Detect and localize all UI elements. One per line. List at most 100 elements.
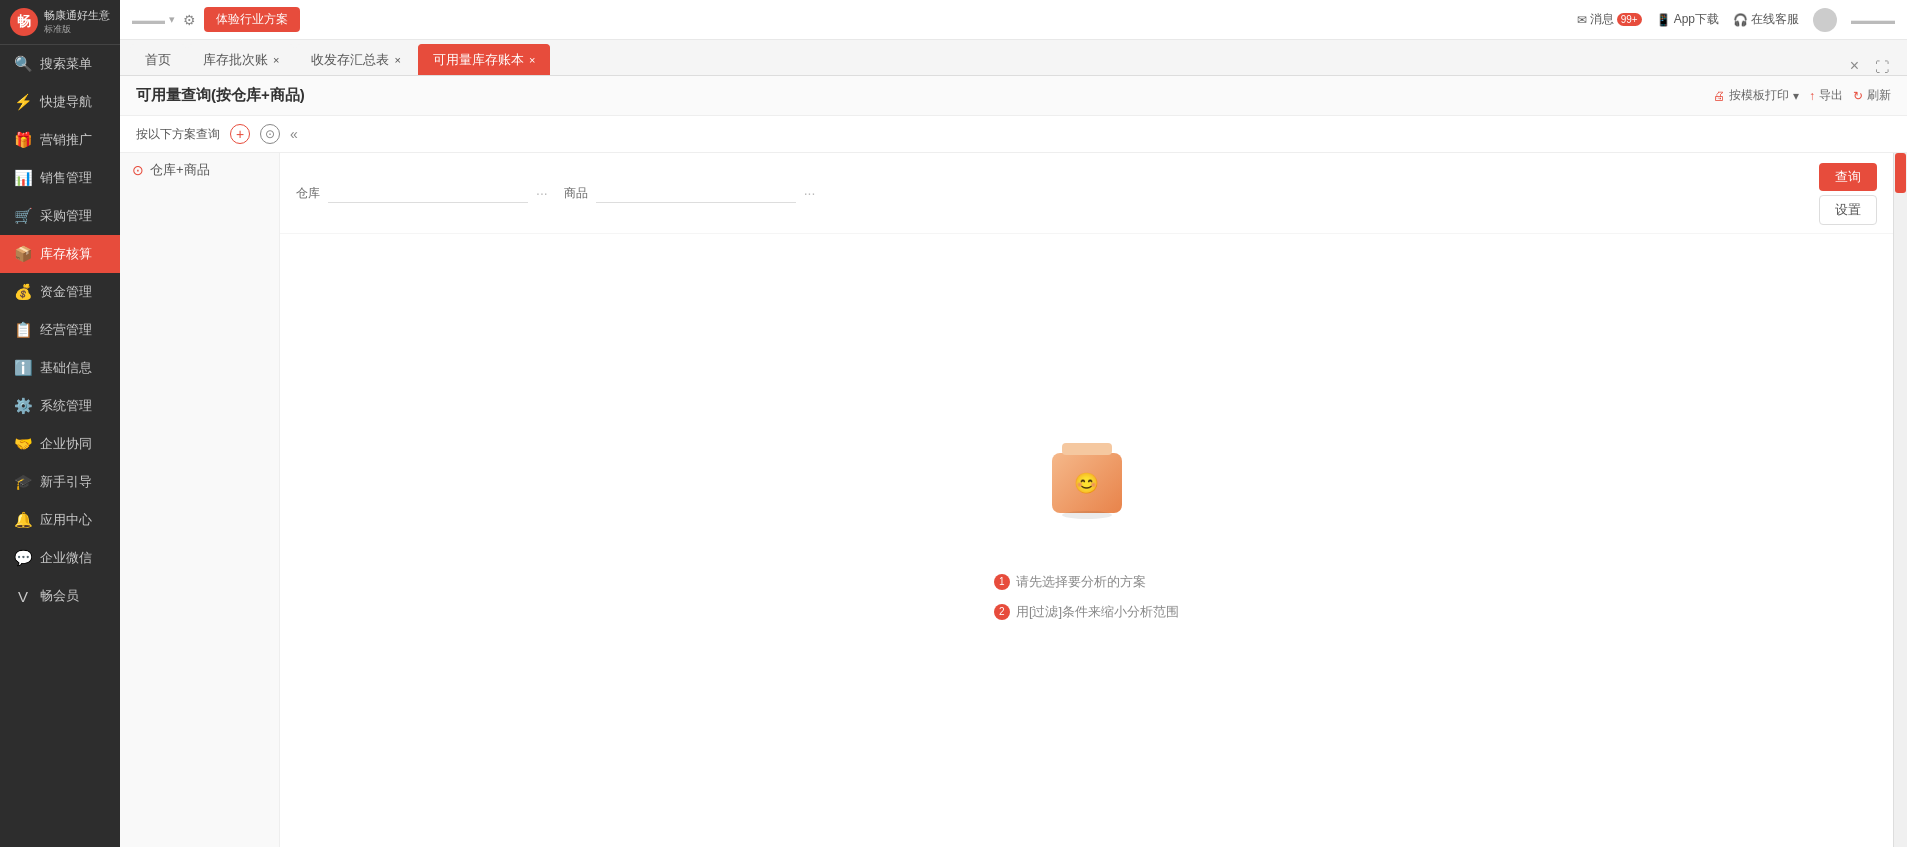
goods-field: 商品 ··· (564, 184, 816, 203)
sales-icon: 📊 (14, 169, 32, 187)
page-header-actions: 🖨 按模板打印 ▾ ↑ 导出 ↻ 刷新 (1713, 87, 1891, 104)
filter-add-btn[interactable]: + (230, 124, 250, 144)
nav-icon: ⚡ (14, 93, 32, 111)
sidebar-item-purchase[interactable]: 🛒 采购管理 (0, 197, 120, 235)
goods-label: 商品 (564, 185, 588, 202)
scrollbar-track (1894, 153, 1907, 847)
empty-state: 😊 1 请先选择要分析的方案 2 用[过滤]条件来缩小分析范围 (280, 234, 1893, 847)
online-service-btn[interactable]: 🎧 在线客服 (1733, 11, 1799, 28)
filter-label: 按以下方案查询 (136, 126, 220, 143)
goods-more-icon[interactable]: ··· (804, 185, 816, 201)
scrollbar-thumb (1895, 153, 1906, 193)
sidebar-item-sales[interactable]: 📊 销售管理 (0, 159, 120, 197)
tip-num-2: 2 (994, 604, 1010, 620)
sidebar-item-basicinfo[interactable]: ℹ️ 基础信息 (0, 349, 120, 387)
sidebar-item-membership[interactable]: V 畅会员 (0, 577, 120, 615)
message-icon: ✉ (1577, 13, 1587, 27)
username: ▬▬▬▬ (1851, 14, 1895, 26)
dropdown-icon: ▾ (1793, 89, 1799, 103)
marketing-icon: 🎁 (14, 131, 32, 149)
topbar-right: ✉ 消息 99+ 📱 App下载 🎧 在线客服 ▬▬▬▬ (1577, 8, 1895, 32)
sidebar-item-collaboration[interactable]: 🤝 企业协同 (0, 425, 120, 463)
tab-batch-account[interactable]: 库存批次账 × (188, 44, 294, 75)
filter-row: 仓库 ··· 商品 ··· 查询 设置 (280, 153, 1893, 234)
print-icon: 🖨 (1713, 89, 1725, 103)
sidebar-item-inventory[interactable]: 📦 库存核算 (0, 235, 120, 273)
content-wrapper: ⊙ 仓库+商品 仓库 ··· 商品 ··· 查询 设 (120, 153, 1907, 847)
wechat-icon: 💬 (14, 549, 32, 567)
goods-input[interactable] (596, 184, 796, 203)
template-print-btn[interactable]: 🖨 按模板打印 ▾ (1713, 87, 1799, 104)
empty-tips: 1 请先选择要分析的方案 2 用[过滤]条件来缩小分析范围 (994, 569, 1179, 629)
industry-btn[interactable]: 体验行业方案 (204, 7, 300, 32)
refresh-btn[interactable]: ↻ 刷新 (1853, 87, 1891, 104)
sidebar-item-finance[interactable]: 💰 资金管理 (0, 273, 120, 311)
inventory-icon: 📦 (14, 245, 32, 263)
tip-row-1: 1 请先选择要分析的方案 (994, 569, 1179, 595)
app-download-btn[interactable]: 📱 App下载 (1656, 11, 1719, 28)
guide-icon: 🎓 (14, 473, 32, 491)
warehouse-field: 仓库 ··· (296, 184, 548, 203)
avatar[interactable] (1813, 8, 1837, 32)
scheme-item-warehouse-goods[interactable]: ⊙ 仓库+商品 (120, 153, 279, 187)
right-scrollbar[interactable] (1893, 153, 1907, 847)
finance-icon: 💰 (14, 283, 32, 301)
sidebar-scroll: 🔍 搜索菜单 ⚡ 快捷导航 🎁 营销推广 📊 销售管理 🛒 采购管理 📦 库存核… (0, 45, 120, 847)
sidebar-item-nav[interactable]: ⚡ 快捷导航 (0, 83, 120, 121)
warehouse-label: 仓库 (296, 185, 320, 202)
sidebar-item-marketing[interactable]: 🎁 营销推广 (0, 121, 120, 159)
tab-close-summary-icon[interactable]: × (394, 54, 400, 66)
system-icon: ⚙️ (14, 397, 32, 415)
filter-fields: 仓库 ··· 商品 ··· 查询 设置 (280, 153, 1893, 847)
refresh-icon: ↻ (1853, 89, 1863, 103)
sidebar-item-appcenter[interactable]: 🔔 应用中心 (0, 501, 120, 539)
gear-icon[interactable]: ⚙ (183, 12, 196, 28)
tip-num-1: 1 (994, 574, 1010, 590)
tab-close-available-icon[interactable]: × (529, 54, 535, 66)
tab-home[interactable]: 首页 (130, 44, 186, 75)
sidebar-item-guide[interactable]: 🎓 新手引导 (0, 463, 120, 501)
topbar: ▬▬▬ ▾ ⚙ 体验行业方案 ✉ 消息 99+ 📱 App下载 🎧 在线客服 ▬… (120, 0, 1907, 40)
message-badge: 99+ (1617, 13, 1642, 26)
tab-close-batch-icon[interactable]: × (273, 54, 279, 66)
sidebar-item-system[interactable]: ⚙️ 系统管理 (0, 387, 120, 425)
sidebar: 畅 畅康通好生意 标准版 🔍 搜索菜单 ⚡ 快捷导航 🎁 营销推广 📊 销售管理… (0, 0, 120, 847)
appcenter-icon: 🔔 (14, 511, 32, 529)
tab-available-inventory[interactable]: 可用量库存账本 × (418, 44, 550, 75)
breadcrumb: ▬▬▬ ▾ (132, 13, 175, 26)
sidebar-logo: 畅 畅康通好生意 标准版 (0, 0, 120, 45)
breadcrumb-text: ▬▬▬ (132, 14, 165, 26)
settings-button[interactable]: 设置 (1819, 195, 1877, 225)
tab-bar: 首页 库存批次账 × 收发存汇总表 × 可用量库存账本 × × ⛶ (120, 40, 1907, 76)
tab-expand-btn[interactable]: ⛶ (1867, 59, 1897, 75)
collaboration-icon: 🤝 (14, 435, 32, 453)
filter-scheme-settings-btn[interactable]: ⊙ (260, 124, 280, 144)
membership-icon: V (14, 588, 32, 605)
page-header: 可用量查询(按仓库+商品) 🖨 按模板打印 ▾ ↑ 导出 ↻ 刷新 (120, 76, 1907, 116)
scheme-panel: ⊙ 仓库+商品 (120, 153, 280, 847)
operations-icon: 📋 (14, 321, 32, 339)
sidebar-item-search[interactable]: 🔍 搜索菜单 (0, 45, 120, 83)
messages-btn[interactable]: ✉ 消息 99+ (1577, 11, 1642, 28)
purchase-icon: 🛒 (14, 207, 32, 225)
empty-illustration: 😊 (1037, 453, 1137, 553)
warehouse-input[interactable] (328, 184, 528, 203)
app-version: 标准版 (44, 23, 110, 36)
app-logo-icon: 畅 (10, 8, 38, 36)
export-btn[interactable]: ↑ 导出 (1809, 87, 1843, 104)
search-icon: 🔍 (14, 55, 32, 73)
sidebar-item-wechat[interactable]: 💬 企业微信 (0, 539, 120, 577)
chevron-down-icon: ▾ (169, 13, 175, 26)
export-icon: ↑ (1809, 89, 1815, 103)
filter-collapse-btn[interactable]: « (290, 126, 298, 142)
tab-summary[interactable]: 收发存汇总表 × (296, 44, 415, 75)
sidebar-item-operations[interactable]: 📋 经营管理 (0, 311, 120, 349)
page-title: 可用量查询(按仓库+商品) (136, 86, 305, 105)
service-icon: 🎧 (1733, 13, 1748, 27)
download-icon: 📱 (1656, 13, 1671, 27)
warehouse-more-icon[interactable]: ··· (536, 185, 548, 201)
query-button[interactable]: 查询 (1819, 163, 1877, 191)
tab-close-window-btn[interactable]: × (1842, 57, 1867, 75)
main-content: ▬▬▬ ▾ ⚙ 体验行业方案 ✉ 消息 99+ 📱 App下载 🎧 在线客服 ▬… (120, 0, 1907, 847)
tip-row-2: 2 用[过滤]条件来缩小分析范围 (994, 599, 1179, 625)
